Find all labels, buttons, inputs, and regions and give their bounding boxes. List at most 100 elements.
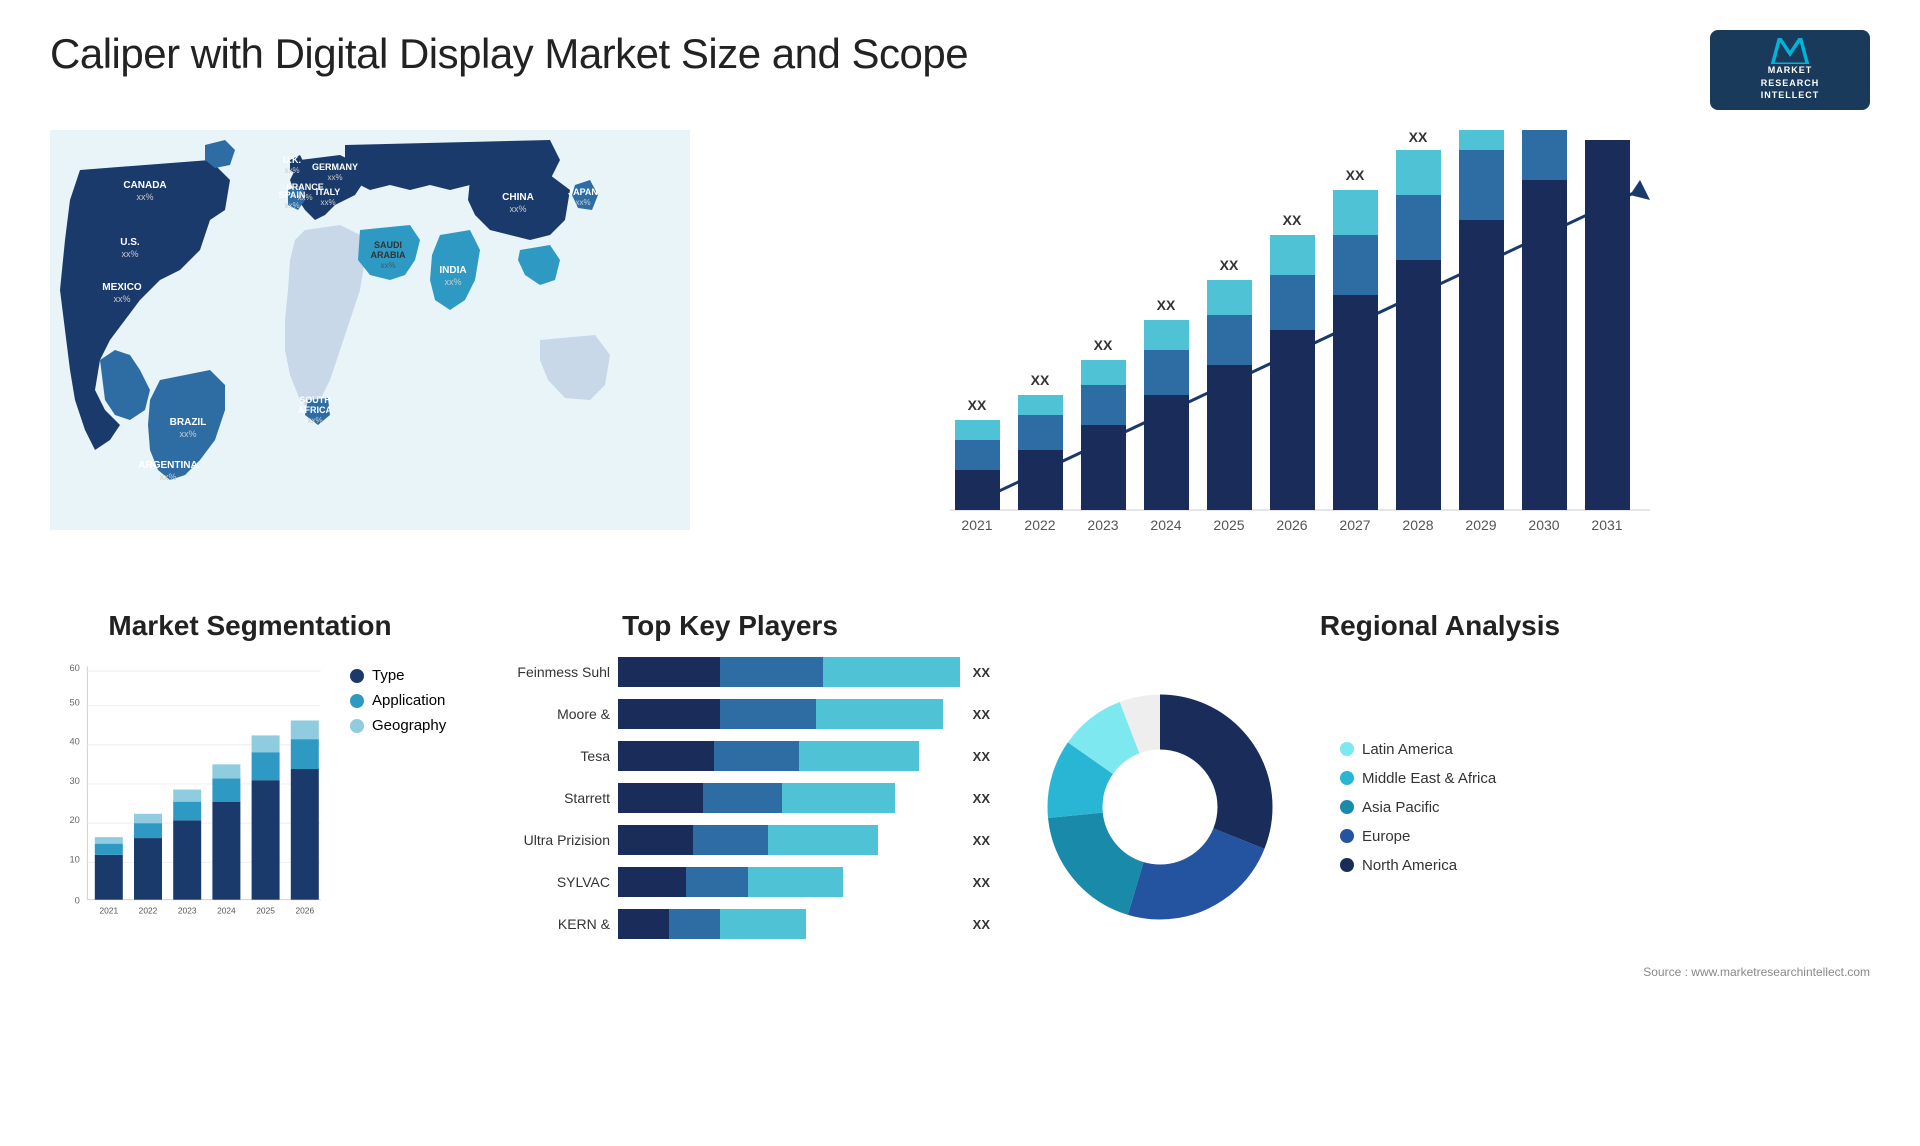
svg-text:2021: 2021: [99, 906, 118, 916]
regional-container: Latin America Middle East & Africa Asia …: [1010, 657, 1870, 957]
player-name: Tesa: [470, 748, 610, 764]
legend-type: Type: [350, 667, 446, 684]
legend-europe: Europe: [1340, 828, 1496, 845]
legend-application: Application: [350, 692, 446, 709]
regional-section: Regional Analysis: [1010, 610, 1870, 1126]
geography-label: Geography: [372, 717, 446, 734]
svg-text:GERMANY: GERMANY: [312, 162, 358, 172]
svg-text:2022: 2022: [1024, 517, 1055, 533]
svg-text:2023: 2023: [178, 906, 197, 916]
svg-text:2025: 2025: [1213, 517, 1244, 533]
svg-text:2022: 2022: [139, 906, 158, 916]
players-list: Feinmess Suhl XX Moore &: [470, 657, 990, 939]
player-bar: [618, 741, 960, 771]
application-dot: [350, 694, 364, 708]
svg-text:xx%: xx%: [509, 204, 526, 214]
donut-chart-svg: [1010, 657, 1310, 957]
svg-text:U.K.: U.K.: [283, 155, 301, 165]
segmentation-title: Market Segmentation: [50, 610, 450, 642]
svg-text:XX: XX: [1220, 257, 1239, 273]
player-row: Starrett XX: [470, 783, 990, 813]
segmentation-chart-svg: 0 10 20 30 40 50 60: [50, 657, 330, 937]
svg-text:BRAZIL: BRAZIL: [170, 417, 207, 428]
svg-text:JAPAN: JAPAN: [568, 187, 598, 197]
svg-text:2030: 2030: [1528, 517, 1559, 533]
svg-text:xx%: xx%: [113, 294, 130, 304]
svg-text:0: 0: [75, 895, 80, 905]
player-bar: [618, 699, 960, 729]
svg-text:ARGENTINA: ARGENTINA: [138, 460, 197, 471]
svg-text:2023: 2023: [1087, 517, 1118, 533]
asia-pacific-dot: [1340, 800, 1354, 814]
svg-text:xx%: xx%: [327, 173, 342, 182]
regional-title: Regional Analysis: [1010, 610, 1870, 642]
svg-text:2025: 2025: [256, 906, 275, 916]
svg-text:XX: XX: [1283, 212, 1302, 228]
player-name: SYLVAC: [470, 874, 610, 890]
svg-text:CANADA: CANADA: [123, 180, 166, 191]
svg-text:60: 60: [69, 663, 79, 673]
svg-text:XX: XX: [1409, 130, 1428, 145]
player-value: XX: [973, 917, 990, 932]
svg-text:2028: 2028: [1402, 517, 1433, 533]
legend-latin-america: Latin America: [1340, 741, 1496, 758]
player-bar: [618, 825, 960, 855]
svg-text:XX: XX: [1598, 130, 1617, 131]
svg-text:10: 10: [69, 854, 79, 864]
latin-america-label: Latin America: [1362, 741, 1453, 758]
svg-text:U.S.: U.S.: [120, 237, 140, 248]
player-row: Moore & XX: [470, 699, 990, 729]
svg-text:xx%: xx%: [575, 198, 590, 207]
player-row: SYLVAC XX: [470, 867, 990, 897]
player-row: Ultra Prizision XX: [470, 825, 990, 855]
svg-text:30: 30: [69, 776, 79, 786]
north-america-label: North America: [1362, 857, 1457, 874]
svg-text:XX: XX: [1031, 372, 1050, 388]
svg-text:40: 40: [69, 737, 79, 747]
player-value: XX: [973, 791, 990, 806]
source-text: Source : www.marketresearchintellect.com: [1010, 965, 1870, 979]
regional-legend: Latin America Middle East & Africa Asia …: [1340, 741, 1496, 874]
page-title: Caliper with Digital Display Market Size…: [50, 30, 968, 78]
svg-text:INDIA: INDIA: [439, 265, 466, 276]
svg-text:2026: 2026: [295, 906, 314, 916]
svg-text:xx%: xx%: [121, 249, 138, 259]
svg-text:xx%: xx%: [380, 261, 395, 270]
legend-geography: Geography: [350, 717, 446, 734]
latin-america-dot: [1340, 742, 1354, 756]
svg-text:2021: 2021: [961, 517, 992, 533]
svg-text:XX: XX: [1094, 337, 1113, 353]
legend-asia-pacific: Asia Pacific: [1340, 799, 1496, 816]
svg-text:xx%: xx%: [307, 416, 322, 425]
segmentation-legend: Type Application Geography: [350, 667, 446, 734]
asia-pacific-label: Asia Pacific: [1362, 799, 1440, 816]
middle-east-dot: [1340, 771, 1354, 785]
svg-text:2024: 2024: [217, 906, 236, 916]
svg-text:SAUDI: SAUDI: [374, 240, 402, 250]
middle-east-label: Middle East & Africa: [1362, 770, 1496, 787]
svg-text:XX: XX: [1157, 297, 1176, 313]
player-name: Moore &: [470, 706, 610, 722]
player-bar: [618, 783, 960, 813]
segmentation-section: Market Segmentation 0 10 20 30 40 50 60: [50, 610, 450, 1126]
player-value: XX: [973, 707, 990, 722]
svg-text:xx%: xx%: [444, 277, 461, 287]
svg-text:xx%: xx%: [179, 429, 196, 439]
svg-text:2031: 2031: [1591, 517, 1622, 533]
svg-text:ITALY: ITALY: [316, 187, 341, 197]
world-map-section: CANADA xx% U.S. xx% MEXICO xx% BRAZIL xx…: [50, 130, 690, 590]
main-content: CANADA xx% U.S. xx% MEXICO xx% BRAZIL xx…: [50, 130, 1870, 590]
svg-text:MEXICO: MEXICO: [102, 282, 142, 293]
player-name: Ultra Prizision: [470, 832, 610, 848]
player-bar: [618, 657, 960, 687]
north-america-dot: [1340, 858, 1354, 872]
svg-text:XX: XX: [1346, 167, 1365, 183]
svg-text:SOUTH: SOUTH: [299, 395, 331, 405]
page-header: Caliper with Digital Display Market Size…: [50, 30, 1870, 110]
svg-text:50: 50: [69, 698, 79, 708]
svg-text:xx%: xx%: [320, 198, 335, 207]
player-name: Starrett: [470, 790, 610, 806]
growth-chart-section: XX 2021 XX 2022 XX 2023 XX 2024: [710, 130, 1870, 590]
player-bar: [618, 909, 960, 939]
bottom-content: Market Segmentation 0 10 20 30 40 50 60: [50, 610, 1870, 1126]
